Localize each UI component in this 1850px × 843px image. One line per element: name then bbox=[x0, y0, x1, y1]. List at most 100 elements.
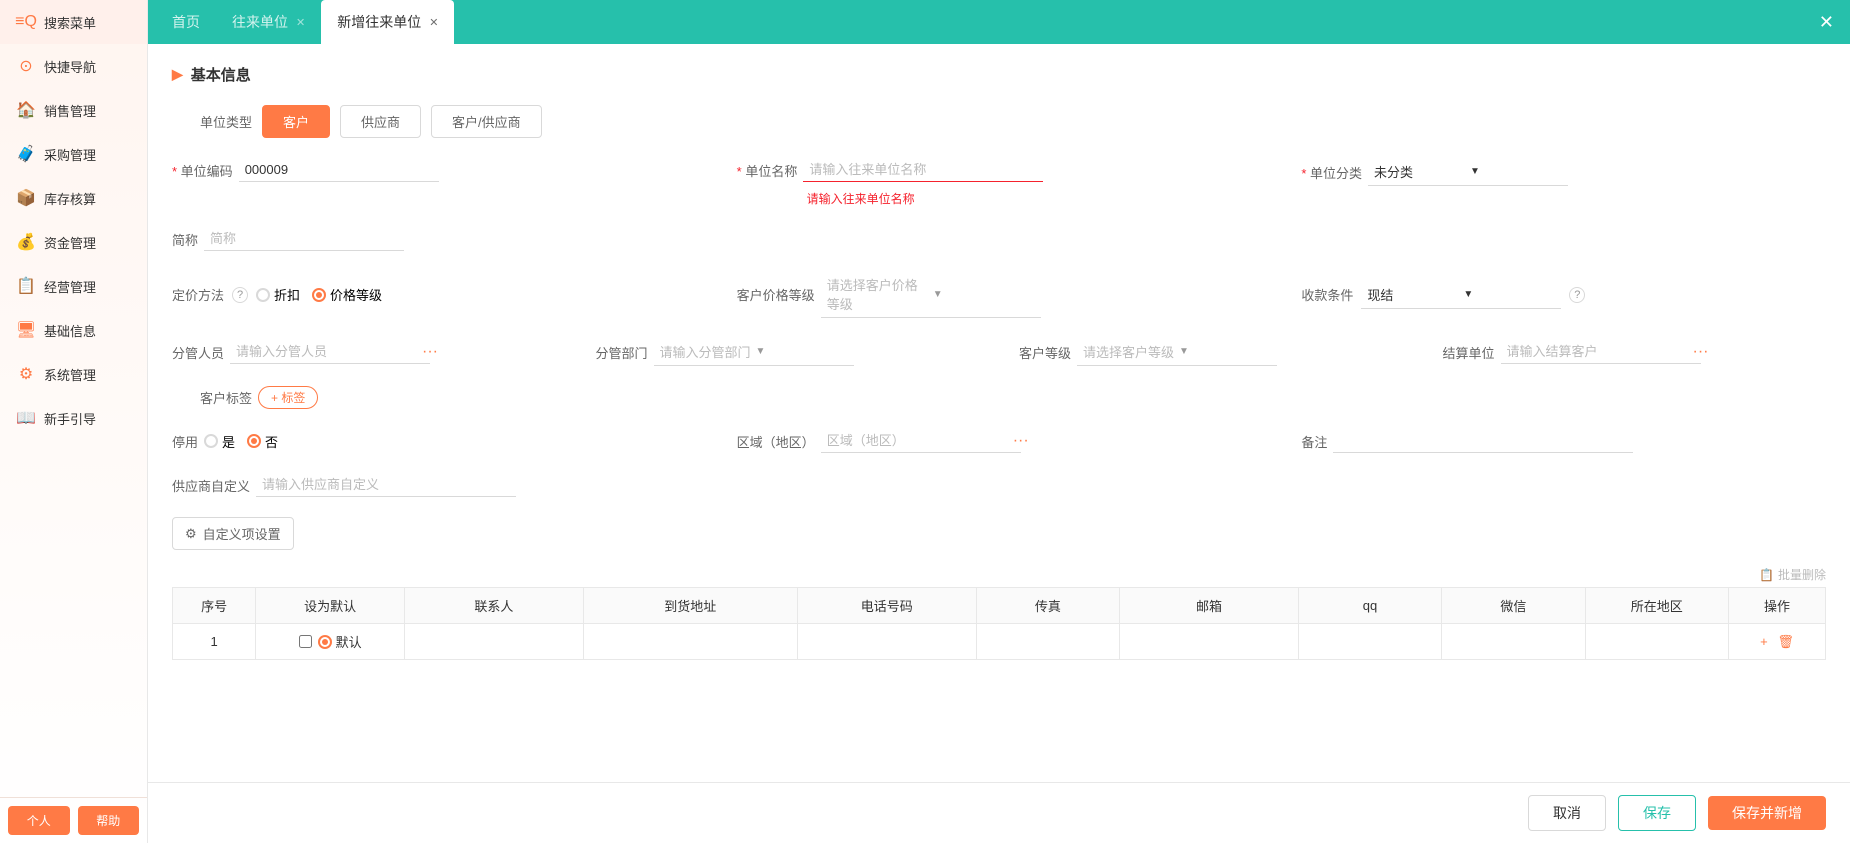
department-label: 分管部门 bbox=[596, 343, 648, 362]
finance-icon: 💰 bbox=[16, 232, 36, 252]
cell-fax[interactable] bbox=[976, 624, 1119, 660]
sidebar-item-purchase[interactable]: 🧳 采购管理 bbox=[0, 132, 147, 176]
sidebar-item-sales[interactable]: 🏠 销售管理 bbox=[0, 88, 147, 132]
sidebar-item-system[interactable]: ⚙ 系统管理 bbox=[0, 352, 147, 396]
sidebar-item-label: 新手引导 bbox=[44, 409, 96, 428]
unit-code-field: 单位编码 bbox=[172, 158, 697, 182]
sidebar-item-basic-info[interactable]: 🖥 基础信息 bbox=[0, 308, 147, 352]
settlement-unit-label: 结算单位 bbox=[1443, 343, 1495, 362]
short-name-field: 简称 bbox=[172, 227, 472, 251]
department-select[interactable]: 请输入分管部门 ▼ bbox=[654, 338, 854, 366]
unit-category-label: 单位分类 bbox=[1301, 163, 1362, 182]
radio-yes[interactable]: 是 bbox=[204, 432, 235, 451]
save-button[interactable]: 保存 bbox=[1618, 795, 1696, 831]
sidebar-bottom: 个人 帮助 bbox=[0, 797, 147, 843]
cell-phone[interactable] bbox=[797, 624, 976, 660]
discount-radio-circle bbox=[256, 288, 270, 302]
unit-category-select[interactable]: 未分类 ▼ bbox=[1368, 158, 1568, 186]
row-region-input[interactable] bbox=[1627, 634, 1687, 649]
close-partners-tab[interactable]: ✕ bbox=[296, 16, 305, 29]
row-delete-btn[interactable]: 🗑 bbox=[1777, 634, 1794, 649]
contact-input[interactable] bbox=[454, 634, 534, 649]
unit-name-error: 请输入往来单位名称 bbox=[807, 190, 915, 207]
settlement-input-group: ··· bbox=[1501, 340, 1701, 364]
customer-price-level-label: 客户价格等级 bbox=[737, 285, 815, 304]
btn-both[interactable]: 客户/供应商 bbox=[431, 105, 542, 138]
batch-delete-label[interactable]: 批量删除 bbox=[1778, 566, 1826, 583]
guide-icon: 📖 bbox=[16, 408, 36, 428]
payment-help-icon[interactable]: ? bbox=[1569, 287, 1585, 303]
form-row-1: 单位编码 单位名称 请输入往来单位名称 单位分类 未分类 ▼ bbox=[172, 158, 1826, 207]
sidebar-item-quick-nav[interactable]: ⊙ 快捷导航 bbox=[0, 44, 147, 88]
chevron-down-icon2: ▼ bbox=[933, 289, 1035, 300]
cell-seq: 1 bbox=[173, 624, 256, 660]
sidebar-item-guide[interactable]: 📖 新手引导 bbox=[0, 396, 147, 440]
tab-new-partner[interactable]: 新增往来单位 ✕ bbox=[321, 0, 454, 44]
cell-address[interactable] bbox=[583, 624, 797, 660]
table-row: 1 默认 bbox=[173, 624, 1826, 660]
tab-partners[interactable]: 往来单位 ✕ bbox=[216, 0, 321, 44]
section-title: ▶ 基本信息 bbox=[172, 64, 1826, 85]
cell-contact[interactable] bbox=[404, 624, 583, 660]
cancel-button[interactable]: 取消 bbox=[1528, 795, 1606, 831]
discount-label: 折扣 bbox=[274, 285, 300, 304]
email-input[interactable] bbox=[1169, 634, 1249, 649]
row-default-radio[interactable]: 默认 bbox=[318, 632, 362, 651]
col-action: 操作 bbox=[1728, 588, 1825, 624]
no-radio-circle bbox=[247, 434, 261, 448]
sidebar-item-search[interactable]: ≡Q 搜索菜单 bbox=[0, 0, 147, 44]
phone-input[interactable] bbox=[847, 634, 927, 649]
no-label: 否 bbox=[265, 432, 278, 451]
radio-dot bbox=[316, 292, 322, 298]
qq-input[interactable] bbox=[1340, 634, 1400, 649]
short-name-input[interactable] bbox=[204, 227, 404, 251]
close-window-btn[interactable]: ✕ bbox=[1811, 12, 1842, 33]
sidebar-item-label: 资金管理 bbox=[44, 233, 96, 252]
manager-dots-btn[interactable]: ··· bbox=[418, 343, 442, 361]
cell-region[interactable] bbox=[1585, 624, 1728, 660]
remarks-input[interactable] bbox=[1333, 429, 1633, 453]
cell-qq[interactable] bbox=[1298, 624, 1441, 660]
customize-settings-btn[interactable]: ⚙ 自定义项设置 bbox=[172, 517, 294, 550]
cell-email[interactable] bbox=[1120, 624, 1299, 660]
payment-terms-select[interactable]: 现结 ▼ bbox=[1361, 281, 1561, 309]
pricing-help-icon[interactable]: ? bbox=[232, 287, 248, 303]
close-new-partner-tab[interactable]: ✕ bbox=[429, 16, 438, 29]
default-checkbox[interactable] bbox=[299, 635, 312, 648]
manager-input[interactable] bbox=[230, 340, 418, 363]
contacts-table: 序号 设为默认 联系人 到货地址 电话号码 传真 邮箱 qq 微信 所在地区 操… bbox=[172, 587, 1826, 660]
customer-level-select[interactable]: 请选择客户等级 ▼ bbox=[1077, 338, 1277, 366]
address-input[interactable] bbox=[640, 634, 740, 649]
save-new-button[interactable]: 保存并新增 bbox=[1708, 796, 1826, 830]
sidebar-item-inventory[interactable]: 📦 库存核算 bbox=[0, 176, 147, 220]
row-add-btn[interactable]: + bbox=[1760, 634, 1768, 649]
add-tag-btn[interactable]: + 标签 bbox=[258, 386, 318, 409]
cell-wechat[interactable] bbox=[1442, 624, 1585, 660]
radio-no[interactable]: 否 bbox=[247, 432, 278, 451]
fax-input[interactable] bbox=[1018, 634, 1078, 649]
unit-name-label: 单位名称 bbox=[737, 161, 798, 180]
radio-price-level[interactable]: 价格等级 bbox=[312, 285, 382, 304]
region-dots-btn[interactable]: ··· bbox=[1009, 432, 1033, 450]
remarks-label: 备注 bbox=[1301, 432, 1327, 451]
customer-price-level-select[interactable]: 请选择客户价格等级 ▼ bbox=[821, 271, 1041, 318]
form-row-supplier-custom: 供应商自定义 bbox=[172, 473, 1826, 497]
unit-name-input[interactable] bbox=[803, 158, 1043, 182]
customer-level-label: 客户等级 bbox=[1019, 343, 1071, 362]
btn-supplier[interactable]: 供应商 bbox=[340, 105, 421, 138]
unit-code-input[interactable] bbox=[239, 158, 439, 182]
personal-btn[interactable]: 个人 bbox=[8, 806, 70, 835]
sidebar-item-finance[interactable]: 💰 资金管理 bbox=[0, 220, 147, 264]
wechat-input[interactable] bbox=[1483, 634, 1543, 649]
settlement-dots-btn[interactable]: ··· bbox=[1689, 343, 1713, 361]
btn-customer[interactable]: 客户 bbox=[262, 105, 330, 138]
help-btn[interactable]: 帮助 bbox=[78, 806, 140, 835]
unit-category-field: 单位分类 未分类 ▼ bbox=[1301, 158, 1826, 186]
tab-home[interactable]: 首页 bbox=[156, 0, 216, 44]
supplier-custom-input[interactable] bbox=[256, 473, 516, 497]
sidebar-item-operations[interactable]: 📋 经营管理 bbox=[0, 264, 147, 308]
col-seq: 序号 bbox=[173, 588, 256, 624]
region-input[interactable] bbox=[821, 429, 1009, 452]
settlement-unit-input[interactable] bbox=[1501, 340, 1689, 363]
radio-discount[interactable]: 折扣 bbox=[256, 285, 300, 304]
